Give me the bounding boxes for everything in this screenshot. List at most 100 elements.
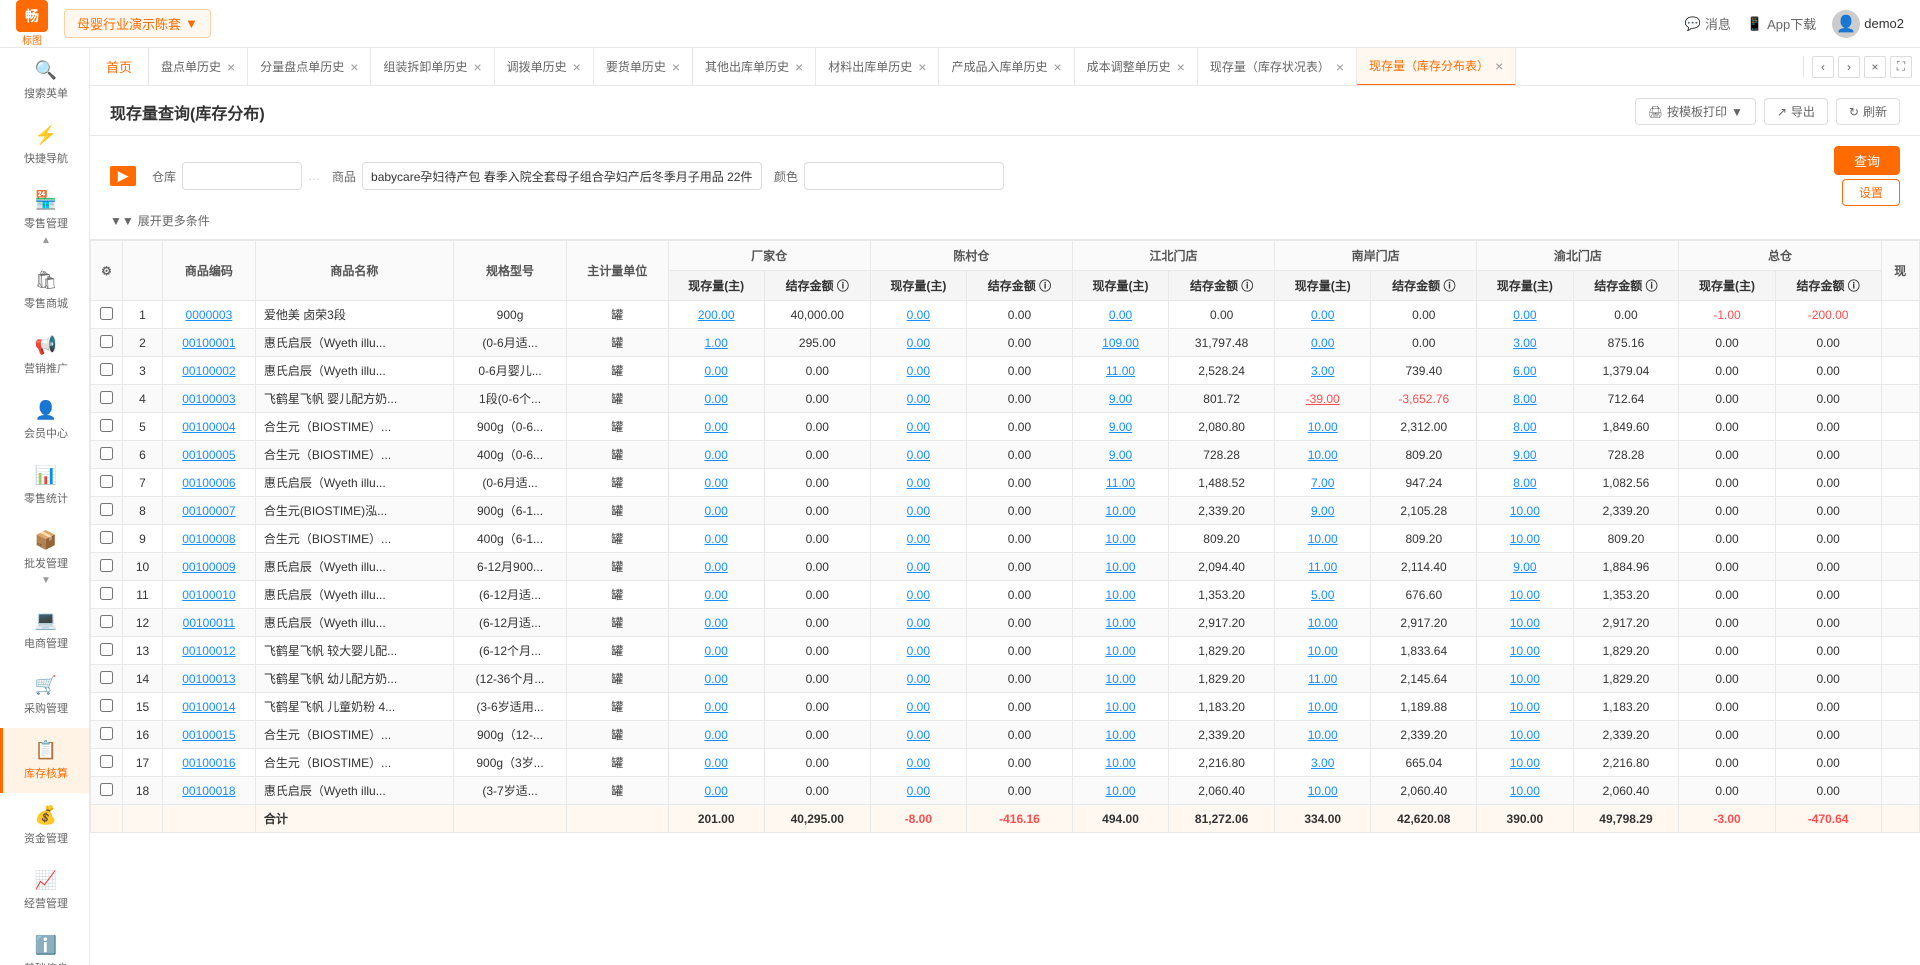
sidebar-item-search[interactable]: 🔍 搜索英单 bbox=[0, 48, 89, 113]
close-icon[interactable]: × bbox=[672, 60, 680, 74]
row-checkbox[interactable] bbox=[100, 727, 113, 740]
td-checkbox[interactable] bbox=[91, 581, 123, 609]
td-index: 5 bbox=[123, 413, 163, 441]
setting-button[interactable]: 设置 bbox=[1842, 179, 1900, 206]
th-gear[interactable]: ⚙ bbox=[91, 241, 123, 301]
close-icon[interactable]: × bbox=[795, 60, 803, 74]
close-icon[interactable]: × bbox=[473, 60, 481, 74]
app-download-button[interactable]: 📱 App下载 bbox=[1747, 14, 1816, 33]
sidebar-item-finance[interactable]: 💰 资金管理 bbox=[0, 793, 89, 858]
row-checkbox[interactable] bbox=[100, 391, 113, 404]
td-checkbox[interactable] bbox=[91, 637, 123, 665]
tab-pandian[interactable]: 盘点单历史 × bbox=[149, 48, 248, 86]
row-checkbox[interactable] bbox=[100, 419, 113, 432]
sidebar-item-purchase[interactable]: 🛒 采购管理 bbox=[0, 663, 89, 728]
td-jiangbei-qty: 11.00 bbox=[1072, 357, 1168, 385]
row-checkbox[interactable] bbox=[100, 755, 113, 768]
export-button[interactable]: ↗ 导出 bbox=[1764, 98, 1828, 125]
tab-zuzhang[interactable]: 组装拆卸单历史 × bbox=[371, 48, 494, 86]
row-checkbox[interactable] bbox=[100, 531, 113, 544]
close-icon[interactable]: × bbox=[573, 60, 581, 74]
tab-close-all-button[interactable]: × bbox=[1864, 56, 1886, 78]
td-checkbox[interactable] bbox=[91, 357, 123, 385]
close-icon[interactable]: × bbox=[918, 60, 926, 74]
td-checkbox[interactable] bbox=[91, 777, 123, 805]
td-checkbox[interactable] bbox=[91, 553, 123, 581]
row-checkbox[interactable] bbox=[100, 783, 113, 796]
query-button[interactable]: 查询 bbox=[1834, 146, 1900, 175]
close-icon[interactable]: × bbox=[350, 60, 358, 74]
tab-cailiao[interactable]: 材料出库单历史 × bbox=[816, 48, 939, 86]
sidebar-item-quick-nav[interactable]: ⚡ 快捷导航 bbox=[0, 113, 89, 178]
sidebar-item-ecommerce[interactable]: 💻 电商管理 bbox=[0, 598, 89, 663]
tab-chanpin[interactable]: 产成品入库单历史 × bbox=[939, 48, 1074, 86]
td-checkbox[interactable] bbox=[91, 693, 123, 721]
tab-fullscreen-button[interactable]: ⛶ bbox=[1890, 56, 1912, 78]
summary-row: 合计 201.00 40,295.00 -8.00 -416.16 494.00… bbox=[91, 805, 1920, 833]
tab-qita[interactable]: 其他出库单历史 × bbox=[693, 48, 816, 86]
td-checkbox[interactable] bbox=[91, 301, 123, 329]
row-checkbox[interactable] bbox=[100, 307, 113, 320]
tab-xiancun-dist[interactable]: 现存量（库存分布表） × bbox=[1357, 48, 1516, 86]
sidebar-item-retail-store[interactable]: 🛍 零售商城 bbox=[0, 258, 89, 323]
td-checkbox[interactable] bbox=[91, 497, 123, 525]
sidebar-item-member[interactable]: 👤 会员中心 bbox=[0, 388, 89, 453]
tab-fenpan[interactable]: 分量盘点单历史 × bbox=[248, 48, 371, 86]
gear-icon[interactable]: ⚙ bbox=[101, 264, 112, 278]
store-selector[interactable]: 母婴行业演示陈套 ▼ bbox=[64, 9, 211, 38]
table-wrapper[interactable]: ⚙ 商品编码 商品名称 规格型号 主计量单位 厂家仓 陈村仓 江北门店 南岸门店 bbox=[90, 240, 1920, 965]
td-checkbox[interactable] bbox=[91, 441, 123, 469]
more-icon[interactable]: … bbox=[308, 169, 320, 183]
close-icon[interactable]: × bbox=[1053, 60, 1061, 74]
sidebar-item-wholesale[interactable]: 📦 批发管理 ▼ bbox=[0, 518, 89, 598]
td-checkbox[interactable] bbox=[91, 525, 123, 553]
product-input[interactable] bbox=[362, 162, 762, 190]
td-checkbox[interactable] bbox=[91, 749, 123, 777]
td-checkbox[interactable] bbox=[91, 385, 123, 413]
user-profile[interactable]: 👤 demo2 bbox=[1832, 10, 1904, 38]
sidebar-item-basic-info[interactable]: ℹ️ 基础信息 bbox=[0, 923, 89, 965]
tab-yaohuo[interactable]: 要货单历史 × bbox=[594, 48, 693, 86]
sidebar-item-retail-mgmt[interactable]: 🏪 零售管理 ▲ bbox=[0, 178, 89, 258]
close-icon[interactable]: × bbox=[1177, 60, 1185, 74]
row-checkbox[interactable] bbox=[100, 587, 113, 600]
row-checkbox[interactable] bbox=[100, 503, 113, 516]
row-checkbox[interactable] bbox=[100, 615, 113, 628]
td-code: 00100008 bbox=[163, 525, 256, 553]
collapse-button[interactable]: ▶ bbox=[110, 166, 136, 186]
td-chencun-qty: 0.00 bbox=[870, 777, 966, 805]
sidebar-item-operations[interactable]: 📈 经营管理 bbox=[0, 858, 89, 923]
close-icon[interactable]: × bbox=[227, 60, 235, 74]
row-checkbox[interactable] bbox=[100, 447, 113, 460]
td-checkbox[interactable] bbox=[91, 721, 123, 749]
refresh-button[interactable]: ↻ 刷新 bbox=[1836, 98, 1900, 125]
td-checkbox[interactable] bbox=[91, 469, 123, 497]
row-checkbox[interactable] bbox=[100, 559, 113, 572]
color-input[interactable] bbox=[804, 162, 1004, 190]
expand-filter-button[interactable]: ▼▼ 展开更多条件 bbox=[110, 212, 210, 229]
sidebar-item-retail-stats[interactable]: 📊 零售统计 bbox=[0, 453, 89, 518]
td-checkbox[interactable] bbox=[91, 665, 123, 693]
td-checkbox[interactable] bbox=[91, 609, 123, 637]
row-checkbox[interactable] bbox=[100, 671, 113, 684]
row-checkbox[interactable] bbox=[100, 363, 113, 376]
row-checkbox[interactable] bbox=[100, 699, 113, 712]
tab-xiancun-status[interactable]: 现存量（库存状况表） × bbox=[1198, 48, 1357, 86]
tab-next-button[interactable]: › bbox=[1838, 56, 1860, 78]
row-checkbox[interactable] bbox=[100, 643, 113, 656]
print-button[interactable]: 🖨 按模板打印 ▼ bbox=[1635, 98, 1756, 125]
warehouse-input[interactable] bbox=[182, 162, 302, 190]
row-checkbox[interactable] bbox=[100, 335, 113, 348]
message-button[interactable]: 💬 消息 bbox=[1685, 14, 1731, 33]
close-icon[interactable]: × bbox=[1336, 60, 1344, 74]
tab-diaob[interactable]: 调拨单历史 × bbox=[495, 48, 594, 86]
sidebar-item-marketing[interactable]: 📢 营销推广 bbox=[0, 323, 89, 388]
sidebar-item-inventory[interactable]: 📋 库存核算 bbox=[0, 728, 89, 793]
tab-chengben[interactable]: 成本调整单历史 × bbox=[1075, 48, 1198, 86]
close-icon[interactable]: × bbox=[1495, 59, 1503, 73]
tab-home[interactable]: 首页 bbox=[90, 48, 149, 86]
tab-prev-button[interactable]: ‹ bbox=[1812, 56, 1834, 78]
td-checkbox[interactable] bbox=[91, 329, 123, 357]
td-checkbox[interactable] bbox=[91, 413, 123, 441]
row-checkbox[interactable] bbox=[100, 475, 113, 488]
